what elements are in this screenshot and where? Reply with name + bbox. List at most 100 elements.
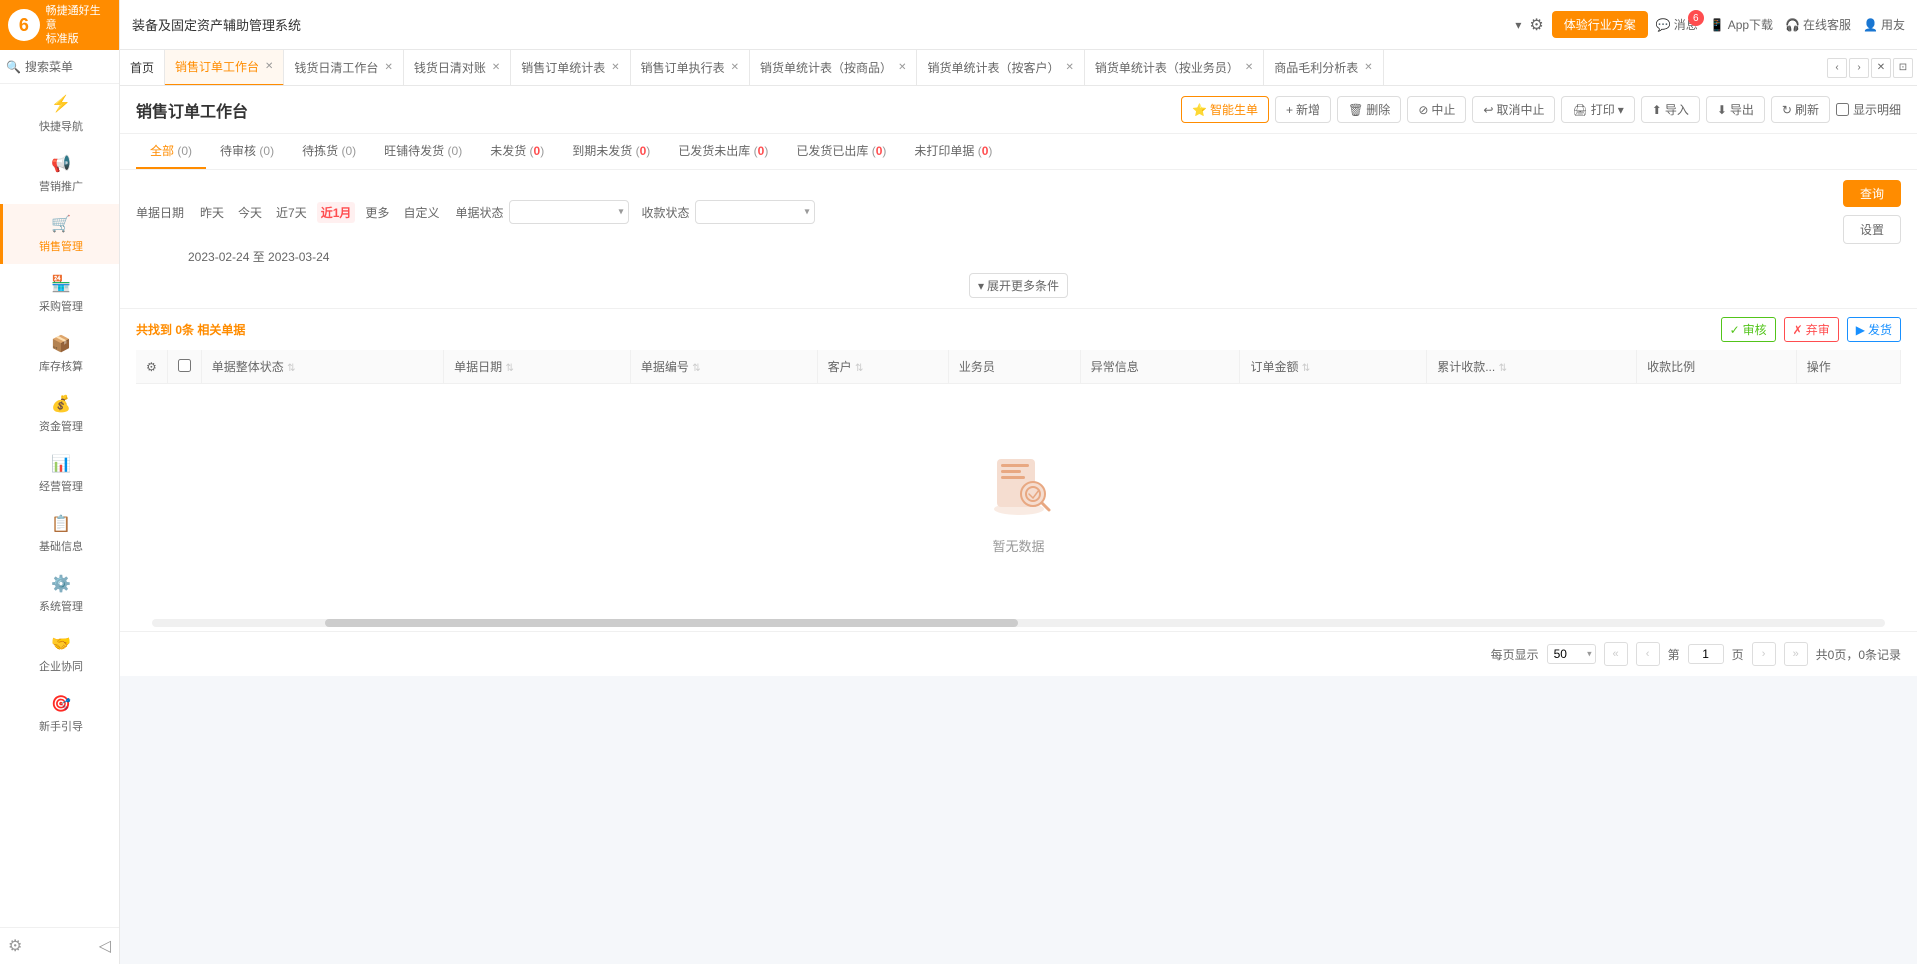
- sub-tab-wangpu[interactable]: 旺铺待发货 (0): [370, 134, 476, 169]
- sort-amount-icon[interactable]: ⇅: [1302, 363, 1310, 374]
- sidebar-item-inventory[interactable]: 📦 库存核算: [0, 324, 119, 384]
- tab-sales-by-product[interactable]: 销货单统计表（按商品） ✕: [750, 50, 917, 86]
- suspend-btn[interactable]: ⊘ 中止: [1407, 96, 1466, 123]
- sidebar-item-tutorial[interactable]: 🎯 新手引导: [0, 684, 119, 744]
- display-detail-checkbox[interactable]: [1836, 103, 1849, 116]
- smart-create-btn[interactable]: ⭐ 智能生单: [1181, 96, 1269, 123]
- reject-btn[interactable]: ✗ 弃审: [1784, 317, 1839, 342]
- sidebar-item-system[interactable]: ⚙️ 系统管理: [0, 564, 119, 624]
- tab-sales-by-staff[interactable]: 销货单统计表（按业务员） ✕: [1085, 50, 1264, 86]
- system-title-chevron[interactable]: ▾: [1515, 18, 1521, 32]
- tab-sales-exec[interactable]: 销售订单执行表 ✕: [631, 50, 750, 86]
- set-btn[interactable]: 设置: [1843, 215, 1901, 244]
- tab-next-btn[interactable]: ›: [1849, 58, 1869, 78]
- date-yesterday[interactable]: 昨天: [196, 202, 228, 223]
- tab-close-all-btn[interactable]: ✕: [1871, 58, 1891, 78]
- app-download-item[interactable]: 📱 App下载: [1710, 16, 1773, 33]
- sub-tab-shipped-in[interactable]: 已发货已出库 (0): [782, 134, 900, 169]
- tab-close-cash-daily[interactable]: ✕: [384, 62, 392, 73]
- date-1month[interactable]: 近1月: [317, 202, 356, 223]
- sidebar-item-basic-info[interactable]: 📋 基础信息: [0, 504, 119, 564]
- next-page-btn[interactable]: ›: [1752, 642, 1776, 666]
- page-size-select[interactable]: 10 20 50 100: [1547, 644, 1596, 664]
- horizontal-scroll-area[interactable]: [120, 615, 1917, 631]
- tab-maximize-btn[interactable]: ⊡: [1893, 58, 1913, 78]
- solution-btn[interactable]: 体验行业方案: [1552, 11, 1648, 38]
- search-menu-item[interactable]: 🔍 搜索菜单: [0, 50, 119, 84]
- tab-sales-workbench[interactable]: 销售订单工作台 ✕: [165, 50, 284, 86]
- tab-gross-margin[interactable]: 商品毛利分析表 ✕: [1264, 50, 1383, 86]
- sidebar-item-enterprise[interactable]: 🤝 企业协同: [0, 624, 119, 684]
- tab-close-sales-exec[interactable]: ✕: [731, 62, 739, 73]
- tab-close-sales-workbench[interactable]: ✕: [265, 61, 273, 72]
- first-page-btn[interactable]: «: [1604, 642, 1628, 666]
- expand-conditions-btn[interactable]: ▾ 展开更多条件: [969, 273, 1068, 298]
- tab-cash-daily[interactable]: 钱货日清工作台 ✕: [284, 50, 403, 86]
- display-detail-label[interactable]: 显示明细: [1836, 101, 1901, 118]
- sub-tab-pending-pickup[interactable]: 待拣货 (0): [288, 134, 370, 169]
- message-icon-item[interactable]: 💬 消息 6: [1656, 16, 1698, 33]
- sub-tab-not-shipped[interactable]: 未发货 (0): [476, 134, 558, 169]
- sidebar-item-sales[interactable]: 🛒 销售管理: [0, 204, 119, 264]
- sub-tab-pending-review[interactable]: 待审核 (0): [206, 134, 288, 169]
- delete-btn[interactable]: 🗑 删除: [1337, 96, 1401, 123]
- prev-page-btn[interactable]: ‹: [1636, 642, 1660, 666]
- tab-close-by-staff[interactable]: ✕: [1245, 62, 1253, 73]
- last-page-btn[interactable]: »: [1784, 642, 1808, 666]
- query-btn[interactable]: 查询: [1843, 180, 1901, 207]
- export-btn[interactable]: ⬇ 导出: [1706, 96, 1765, 123]
- user-item[interactable]: 👤 用友: [1863, 16, 1905, 33]
- tab-close-gross-margin[interactable]: ✕: [1364, 62, 1372, 73]
- sidebar-item-marketing[interactable]: 📢 营销推广: [0, 144, 119, 204]
- scroll-thumb[interactable]: [325, 619, 1018, 627]
- sidebar-item-operations[interactable]: 📊 经营管理: [0, 444, 119, 504]
- select-all-checkbox[interactable]: [178, 359, 191, 372]
- tab-sales-by-customer[interactable]: 销货单统计表（按客户） ✕: [917, 50, 1084, 86]
- sub-tab-shipped-not-in[interactable]: 已发货未出库 (0): [664, 134, 782, 169]
- sub-tab-overdue-not-shipped[interactable]: 到期未发货 (0): [558, 134, 664, 169]
- sidebar-item-purchase[interactable]: 🏪 采购管理: [0, 264, 119, 324]
- collapse-icon[interactable]: ◁: [99, 936, 111, 956]
- page-number-input[interactable]: [1688, 644, 1724, 664]
- page-content: 销售订单工作台 ⭐ 智能生单 + 新增 🗑 删除 ⊘: [120, 86, 1917, 964]
- date-today[interactable]: 今天: [234, 202, 266, 223]
- add-btn[interactable]: + 新增: [1275, 96, 1331, 123]
- online-service-item[interactable]: 🎧 在线客服: [1785, 16, 1851, 33]
- status-select[interactable]: [509, 200, 629, 224]
- import-btn[interactable]: ⬆ 导入: [1641, 96, 1700, 123]
- sort-customer-icon[interactable]: ⇅: [855, 363, 863, 374]
- refresh-btn[interactable]: ↻ 刷新: [1771, 96, 1830, 123]
- scroll-track[interactable]: [152, 619, 1885, 627]
- th-checkbox[interactable]: [167, 350, 201, 384]
- sub-tab-not-printed[interactable]: 未打印单据 (0): [900, 134, 1006, 169]
- sidebar-item-finance[interactable]: 💰 资金管理: [0, 384, 119, 444]
- sort-collected-icon[interactable]: ⇅: [1499, 363, 1507, 374]
- sort-date-icon[interactable]: ⇅: [505, 363, 513, 374]
- audit-btn[interactable]: ✓ 审核: [1721, 317, 1776, 342]
- tab-cash-goods[interactable]: 钱货日清对账 ✕: [404, 50, 511, 86]
- record-count: 共找到 0条 相关单据: [136, 321, 245, 338]
- payment-select[interactable]: [695, 200, 815, 224]
- date-7days[interactable]: 近7天: [272, 202, 311, 223]
- sort-number-icon[interactable]: ⇅: [692, 363, 700, 374]
- tab-sales-stat[interactable]: 销售订单统计表 ✕: [511, 50, 630, 86]
- cancel-suspend-btn[interactable]: ↩ 取消中止: [1472, 96, 1555, 123]
- header-settings-icon[interactable]: ⚙: [1529, 15, 1543, 35]
- settings-footer-icon[interactable]: ⚙: [8, 936, 22, 956]
- date-custom[interactable]: 自定义: [399, 202, 443, 223]
- expand-btn-row: ▾ 展开更多条件: [136, 273, 1901, 298]
- tab-close-by-customer[interactable]: ✕: [1065, 62, 1073, 73]
- th-settings[interactable]: ⚙: [136, 350, 167, 384]
- sub-tab-all[interactable]: 全部 (0): [136, 134, 206, 169]
- sidebar-item-quicknav[interactable]: ⚡ 快捷导航: [0, 84, 119, 144]
- tab-prev-btn[interactable]: ‹: [1827, 58, 1847, 78]
- sort-status-icon[interactable]: ⇅: [287, 363, 295, 374]
- tab-close-cash-goods[interactable]: ✕: [492, 62, 500, 73]
- tab-close-by-product[interactable]: ✕: [898, 62, 906, 73]
- ship-btn[interactable]: ▶ 发货: [1847, 317, 1901, 342]
- tab-close-sales-stat[interactable]: ✕: [611, 62, 619, 73]
- date-more[interactable]: 更多: [361, 202, 393, 223]
- tab-home[interactable]: 首页: [120, 50, 165, 86]
- print-btn[interactable]: 🖨 打印 ▾: [1561, 96, 1634, 123]
- print-chevron[interactable]: ▾: [1618, 103, 1624, 117]
